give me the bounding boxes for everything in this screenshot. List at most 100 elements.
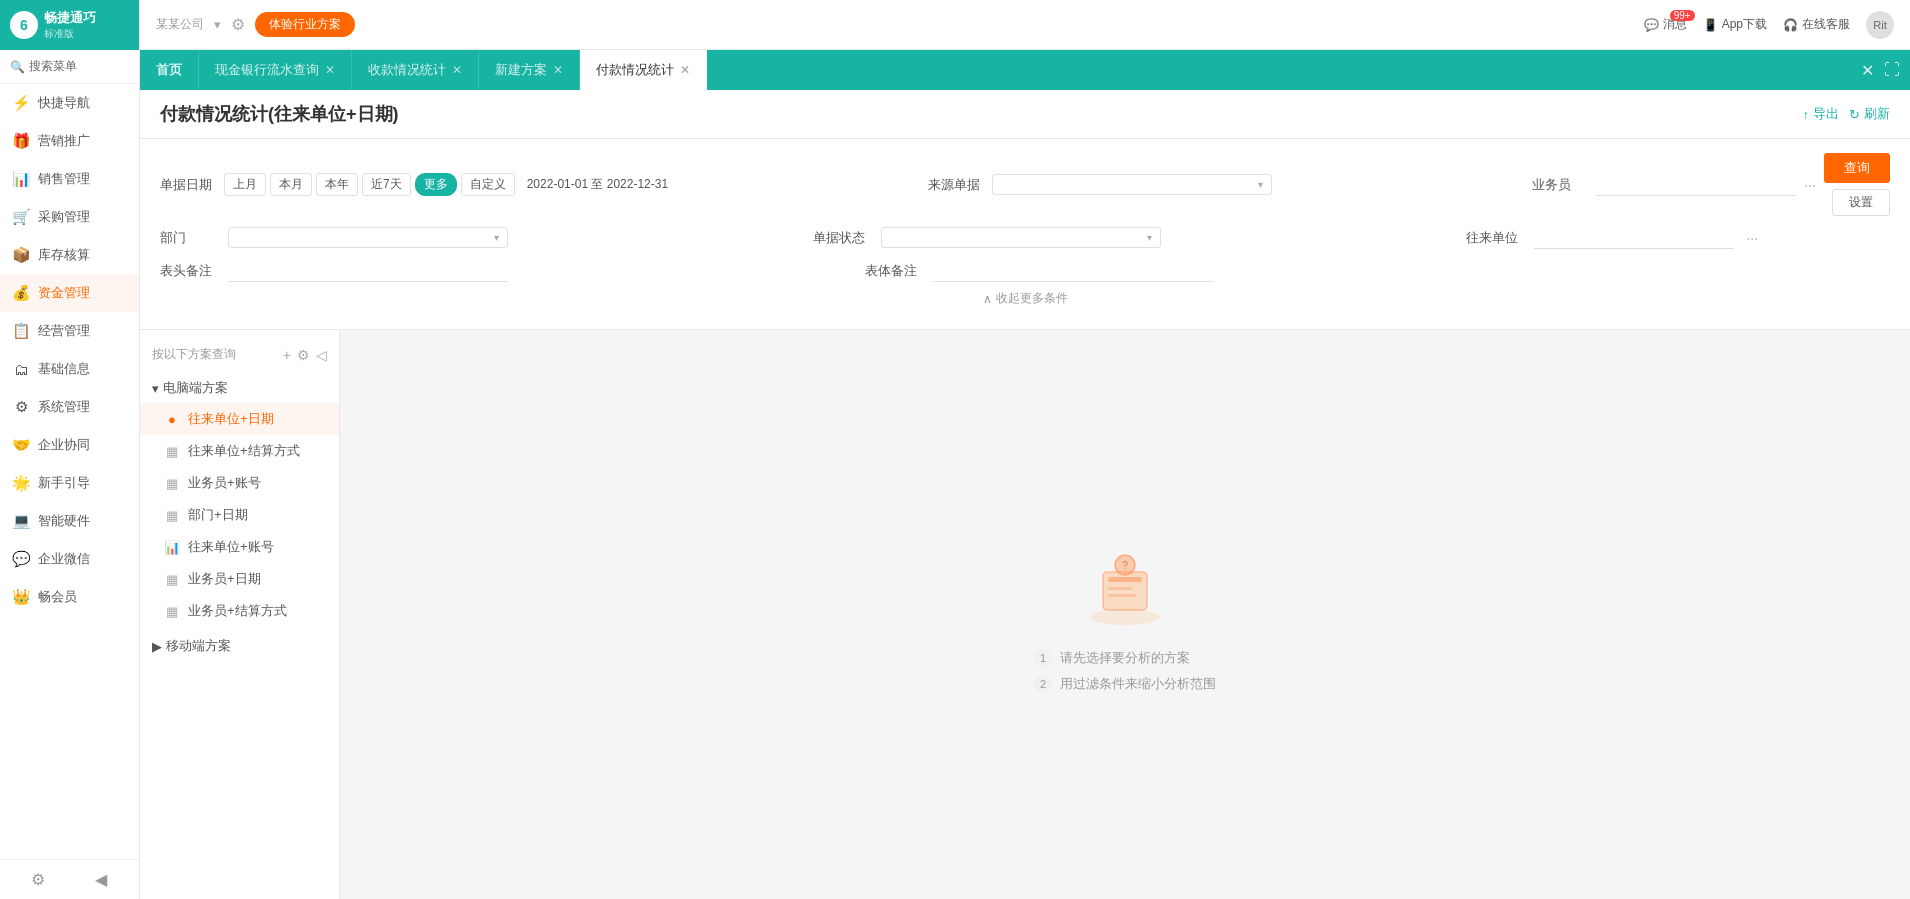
purchase-icon: 🛒	[12, 208, 30, 226]
tab-bank[interactable]: 现金银行流水查询✕	[199, 50, 352, 90]
body-note-label: 表体备注	[865, 262, 921, 280]
desktop-group-header[interactable]: ▾ 电脑端方案	[140, 373, 339, 403]
sidebar-label-system: 系统管理	[38, 398, 90, 416]
sidebar-item-enterprise[interactable]: 🤝企业协同	[0, 426, 139, 464]
sidebar-item-member[interactable]: 👑畅会员	[0, 578, 139, 616]
this-year-btn[interactable]: 本年	[316, 173, 358, 196]
search-menu[interactable]: 🔍 搜索菜单	[0, 50, 139, 84]
dept-arrow: ▾	[494, 232, 499, 243]
status-arrow: ▾	[1147, 232, 1152, 243]
header-note-input[interactable]	[228, 259, 508, 282]
agent-input[interactable]	[1596, 173, 1796, 196]
agent-more-btn[interactable]: ···	[1804, 177, 1816, 193]
operations-icon: 📋	[12, 322, 30, 340]
sidebar-label-enterprise: 企业协同	[38, 436, 90, 454]
sidebar-collapse-btn[interactable]: ◀	[74, 870, 130, 889]
mobile-schema-group: ▶ 移动端方案	[140, 631, 339, 661]
search-icon: 🔍	[10, 60, 25, 74]
mobile-group-header[interactable]: ▶ 移动端方案	[140, 631, 339, 661]
close-all-tabs-btn[interactable]: ✕	[1861, 61, 1874, 80]
schema-label-partner-settle: 往来单位+结算方式	[188, 442, 300, 460]
custom-date-btn[interactable]: 自定义	[461, 173, 515, 196]
gear-icon[interactable]: ⚙	[231, 15, 245, 34]
partner-more-btn[interactable]: ···	[1746, 230, 1758, 246]
sidebar-label-quick-nav: 快捷导航	[38, 94, 90, 112]
schema-item-agent-date[interactable]: ▦业务员+日期	[140, 563, 339, 595]
quick-nav-icon: ⚡	[12, 94, 30, 112]
sidebar-item-hardware[interactable]: 💻智能硬件	[0, 502, 139, 540]
query-btn[interactable]: 查询	[1824, 153, 1890, 183]
dept-select[interactable]: ▾	[228, 227, 508, 248]
agent-label: 业务员	[1532, 176, 1588, 194]
sidebar-item-quick-nav[interactable]: ⚡ 快捷导航	[0, 84, 139, 122]
tab-new-plan[interactable]: 新建方案✕	[479, 50, 580, 90]
sidebar-item-operations[interactable]: 📋经营管理	[0, 312, 139, 350]
sidebar-label-purchase: 采购管理	[38, 208, 90, 226]
schema-item-dept-date[interactable]: ▦部门+日期	[140, 499, 339, 531]
add-schema-btn[interactable]: +	[283, 347, 291, 363]
source-select-arrow: ▾	[1258, 179, 1263, 190]
status-label: 单据状态	[813, 229, 869, 247]
desktop-schema-group: ▾ 电脑端方案 ●往来单位+日期▦往来单位+结算方式▦业务员+账号▦部门+日期📊…	[140, 373, 339, 627]
this-month-btn[interactable]: 本月	[270, 173, 312, 196]
schema-collapse-btn[interactable]: ◁	[316, 347, 327, 363]
empty-tip-2: 2 用过滤条件来缩小分析范围	[1034, 675, 1216, 693]
partner-input[interactable]	[1534, 226, 1734, 249]
status-select[interactable]: ▾	[881, 227, 1161, 248]
schema-label-partner-account: 往来单位+账号	[188, 538, 274, 556]
app-download-btn[interactable]: 📱 App下载	[1703, 16, 1767, 33]
export-btn[interactable]: ↑ 导出	[1803, 105, 1840, 123]
collapse-icon: ∧	[983, 292, 992, 306]
schema-item-agent-settle[interactable]: ▦业务员+结算方式	[140, 595, 339, 627]
sidebar: 6 畅捷通巧 标准版 🔍 搜索菜单 ⚡快捷导航🎁营销推广📊销售管理🛒采购管理📦库…	[0, 0, 140, 899]
body-note-input[interactable]	[933, 259, 1213, 282]
tab-close-new-plan[interactable]: ✕	[553, 63, 563, 77]
schema-settings-btn[interactable]: ⚙	[297, 347, 310, 363]
sidebar-settings-btn[interactable]: ⚙	[10, 870, 66, 889]
empty-illustration: ?	[1075, 537, 1175, 637]
tab-close-bank[interactable]: ✕	[325, 63, 335, 77]
tabs-actions: ✕ ⛶	[1851, 50, 1910, 90]
more-btn[interactable]: 更多	[415, 173, 457, 196]
hardware-icon: 💻	[12, 512, 30, 530]
date-range-display: 2022-01-01 至 2022-12-31	[527, 176, 668, 193]
tab-close-receivable[interactable]: ✕	[452, 63, 462, 77]
tab-close-payment[interactable]: ✕	[680, 63, 690, 77]
online-service-btn[interactable]: 🎧 在线客服	[1783, 16, 1850, 33]
schema-label-dept-date: 部门+日期	[188, 506, 248, 524]
sidebar-item-sales[interactable]: 📊销售管理	[0, 160, 139, 198]
last-7days-btn[interactable]: 近7天	[362, 173, 411, 196]
tab-home[interactable]: 首页	[140, 50, 199, 90]
collapse-btn[interactable]: ∧ 收起更多条件	[160, 282, 1890, 315]
schema-item-partner-date[interactable]: ●往来单位+日期	[140, 403, 339, 435]
sidebar-item-marketing[interactable]: 🎁营销推广	[0, 122, 139, 160]
page-actions: ↑ 导出 ↻ 刷新	[1803, 105, 1891, 123]
refresh-btn[interactable]: ↻ 刷新	[1849, 105, 1890, 123]
sidebar-item-wechat[interactable]: 💬企业微信	[0, 540, 139, 578]
sidebar-item-system[interactable]: ⚙系统管理	[0, 388, 139, 426]
guide-icon: 🌟	[12, 474, 30, 492]
sidebar-item-basic-info[interactable]: 🗂基础信息	[0, 350, 139, 388]
messages-btn[interactable]: 💬 消息 99+	[1644, 16, 1687, 33]
schema-item-partner-account[interactable]: 📊往来单位+账号	[140, 531, 339, 563]
sidebar-item-guide[interactable]: 🌟新手引导	[0, 464, 139, 502]
tab-payment[interactable]: 付款情况统计✕	[580, 50, 707, 90]
schema-item-agent-account[interactable]: ▦业务员+账号	[140, 467, 339, 499]
expand-tabs-btn[interactable]: ⛶	[1884, 61, 1900, 79]
sidebar-item-capital[interactable]: 💰资金管理	[0, 274, 139, 312]
sidebar-item-inventory[interactable]: 📦库存核算	[0, 236, 139, 274]
last-month-btn[interactable]: 上月	[224, 173, 266, 196]
schema-item-partner-settle[interactable]: ▦往来单位+结算方式	[140, 435, 339, 467]
sidebar-item-purchase[interactable]: 🛒 采购管理	[0, 198, 139, 236]
sidebar-label-marketing: 营销推广	[38, 132, 90, 150]
setting-btn[interactable]: 设置	[1832, 189, 1890, 216]
tab-receivable[interactable]: 收款情况统计✕	[352, 50, 479, 90]
empty-state: ? 1 请先选择要分析的方案 2 用过滤条件来缩小分析范围	[1034, 537, 1216, 693]
user-avatar[interactable]: Rit	[1866, 11, 1894, 39]
svg-point-0	[1090, 609, 1160, 625]
left-panel: 按以下方案查询 + ⚙ ◁ ▾ 电脑端方案 ●往来单位+日期▦往来单位+结算方式…	[140, 330, 340, 899]
source-select[interactable]: ▾	[992, 174, 1272, 195]
trial-btn[interactable]: 体验行业方案	[255, 12, 355, 37]
logo-icon: 6	[10, 11, 38, 39]
empty-tips: 1 请先选择要分析的方案 2 用过滤条件来缩小分析范围	[1034, 649, 1216, 693]
